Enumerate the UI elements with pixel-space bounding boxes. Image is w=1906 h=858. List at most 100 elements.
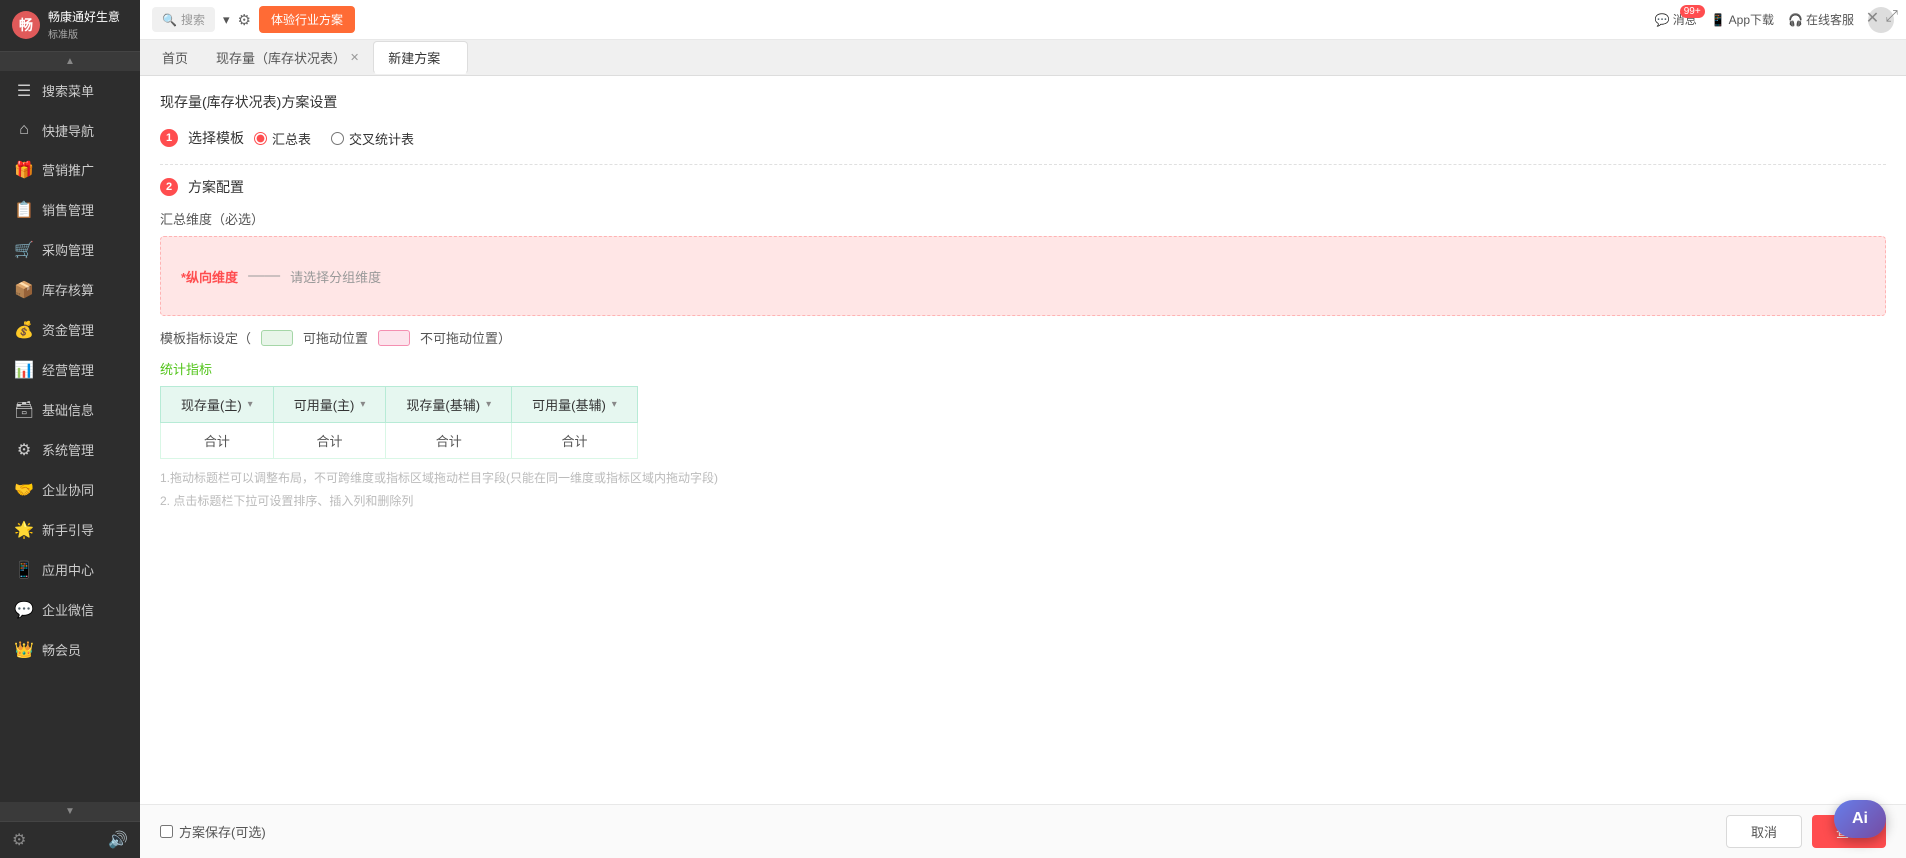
- col-label-2: 现存量(基辅): [406, 395, 480, 414]
- dropdown-chevron-icon: ▾: [223, 12, 230, 28]
- sidebar-label-sales: 销售管理: [42, 200, 94, 219]
- cancel-button[interactable]: 取消: [1726, 815, 1802, 848]
- sidebar-item-basic-info[interactable]: 🗃 基础信息: [0, 390, 140, 430]
- topbar-left: 🔍 搜索 ▾ ⚙ 体验行业方案: [152, 6, 355, 33]
- content-area: 现存量(库存状况表)方案设置 1 选择模板 汇总表 交叉统计表: [140, 76, 1906, 804]
- sidebar-label-basic-info: 基础信息: [42, 400, 94, 419]
- marketing-icon: 🎁: [14, 160, 34, 180]
- trial-button[interactable]: 体验行业方案: [259, 6, 355, 33]
- save-option: 方案保存(可选): [160, 822, 266, 841]
- sidebar-scroll-up[interactable]: ▲: [0, 52, 140, 71]
- col-chevron-0: ▾: [248, 399, 253, 410]
- dim-box[interactable]: *纵向维度 —— 请选择分组维度: [160, 236, 1886, 316]
- section-divider-1: [160, 164, 1886, 165]
- sidebar-item-operations[interactable]: 📊 经营管理: [0, 350, 140, 390]
- dim-required-mark: *纵向维度: [181, 267, 238, 286]
- dim-placeholder: *纵向维度 —— 请选择分组维度: [181, 267, 381, 286]
- indicator-fixed-text: 不可拖动位置）: [420, 328, 511, 347]
- template-radio-group: 汇总表 交叉统计表: [254, 129, 414, 148]
- sidebar-label-wechat: 企业微信: [42, 600, 94, 619]
- stats-label: 统计指标: [160, 359, 1886, 378]
- save-label: 方案保存(可选): [179, 822, 266, 841]
- tab-new-close-icon[interactable]: ✕: [444, 51, 453, 64]
- topbar-gear-icon[interactable]: ⚙: [238, 11, 251, 29]
- basic-info-icon: 🗃: [14, 400, 34, 420]
- topbar: 🔍 搜索 ▾ ⚙ 体验行业方案 💬 消息 99+ 📱 App下载 🎧 在线客服: [140, 0, 1906, 40]
- app-center-icon: 📱: [14, 560, 34, 580]
- sidebar-item-newbie[interactable]: 🌟 新手引导: [0, 510, 140, 550]
- sidebar-item-wechat[interactable]: 💬 企业微信: [0, 590, 140, 630]
- sidebar-label-finance: 资金管理: [42, 320, 94, 339]
- col-chevron-2: ▾: [486, 399, 491, 410]
- sidebar-item-enterprise[interactable]: 🤝 企业协同: [0, 470, 140, 510]
- sidebar-footer: ⚙ 🔊: [0, 821, 140, 858]
- finance-icon: 💰: [14, 320, 34, 340]
- sidebar-label-member: 畅会员: [42, 640, 81, 659]
- radio-crosstab[interactable]: 交叉统计表: [331, 129, 414, 148]
- sidebar-label-operations: 经营管理: [42, 360, 94, 379]
- tab-new-plan[interactable]: 新建方案 ✕: [373, 41, 468, 74]
- customer-service-label: 在线客服: [1806, 11, 1854, 28]
- sidebar-item-app-center[interactable]: 📱 应用中心: [0, 550, 140, 590]
- stats-table-row: 合计 合计 合计 合计: [161, 423, 638, 459]
- col-summary-0: 合计: [161, 423, 274, 459]
- col-header-3[interactable]: 可用量(基辅) ▾: [512, 387, 638, 423]
- ai-fab-button[interactable]: Ai: [1834, 800, 1886, 838]
- message-icon: 💬: [1655, 13, 1670, 27]
- sidebar-scroll-down[interactable]: ▼: [0, 802, 140, 821]
- sidebar-item-inventory[interactable]: 📦 库存核算: [0, 270, 140, 310]
- panel-expand-icon[interactable]: ⤢: [1885, 8, 1898, 28]
- sidebar-item-search-menu[interactable]: ☰ 搜索菜单: [0, 71, 140, 111]
- save-checkbox[interactable]: [160, 825, 173, 838]
- topbar-dropdown[interactable]: ▾: [223, 12, 230, 28]
- tab-inventory-status[interactable]: 现存量（库存状况表） ✕: [202, 42, 373, 73]
- dim-hint: 请选择分组维度: [290, 267, 381, 286]
- radio-summary[interactable]: 汇总表: [254, 129, 311, 148]
- tab-home-label: 首页: [162, 48, 188, 67]
- sidebar-item-member[interactable]: 👑 畅会员: [0, 630, 140, 670]
- radio-crosstab-input[interactable]: [331, 132, 344, 145]
- settings-icon[interactable]: ⚙: [12, 830, 26, 850]
- search-icon: 🔍: [162, 13, 177, 27]
- col-label-0: 现存量(主): [181, 395, 242, 414]
- sidebar-item-system[interactable]: ⚙ 系统管理: [0, 430, 140, 470]
- sidebar-label-newbie: 新手引导: [42, 520, 94, 539]
- topbar-search[interactable]: 🔍 搜索: [152, 7, 215, 32]
- tab-home[interactable]: 首页: [148, 42, 202, 73]
- col-header-2[interactable]: 现存量(基辅) ▾: [386, 387, 512, 423]
- dim-arrow: ——: [248, 267, 280, 285]
- radio-crosstab-label: 交叉统计表: [349, 129, 414, 148]
- sidebar-item-marketing[interactable]: 🎁 营销推广: [0, 150, 140, 190]
- message-button[interactable]: 💬 消息 99+: [1655, 11, 1697, 28]
- search-placeholder: 搜索: [181, 11, 205, 28]
- sales-icon: 📋: [14, 200, 34, 220]
- message-badge: 99+: [1680, 5, 1705, 18]
- col-header-1[interactable]: 可用量(主) ▾: [273, 387, 386, 423]
- radio-summary-input[interactable]: [254, 132, 267, 145]
- sound-icon[interactable]: 🔊: [108, 830, 128, 850]
- indicator-label-text: 模板指标设定（: [160, 328, 251, 347]
- app-download-button[interactable]: 📱 App下载: [1711, 11, 1774, 28]
- col-header-0[interactable]: 现存量(主) ▾: [161, 387, 274, 423]
- section2-number: 2: [160, 178, 178, 196]
- sidebar-item-finance[interactable]: 💰 资金管理: [0, 310, 140, 350]
- logo-sub: 标准版: [48, 26, 120, 41]
- quick-nav-icon: ⌂: [14, 121, 34, 139]
- wechat-icon: 💬: [14, 600, 34, 620]
- tab-bar: 首页 现存量（库存状况表） ✕ 新建方案 ✕ ✕ ⤢: [140, 40, 1906, 76]
- topbar-right: 💬 消息 99+ 📱 App下载 🎧 在线客服: [1655, 7, 1894, 33]
- sidebar-item-purchase[interactable]: 🛒 采购管理: [0, 230, 140, 270]
- section2-title: 方案配置: [188, 177, 244, 197]
- app-download-label: App下载: [1729, 11, 1774, 28]
- tab-new-label: 新建方案: [388, 48, 440, 67]
- tip-1: 1.拖动标题栏可以调整布局，不可跨维度或指标区域拖动栏目字段(只能在同一维度或指…: [160, 469, 1886, 488]
- logo-icon: 畅: [12, 11, 40, 39]
- customer-service-button[interactable]: 🎧 在线客服: [1788, 11, 1854, 28]
- inventory-icon: 📦: [14, 280, 34, 300]
- panel-close-icon[interactable]: ✕: [1866, 8, 1879, 28]
- tab-inventory-close-icon[interactable]: ✕: [350, 51, 359, 64]
- sidebar-label-enterprise: 企业协同: [42, 480, 94, 499]
- sidebar-item-quick-nav[interactable]: ⌂ 快捷导航: [0, 111, 140, 150]
- sidebar-item-sales[interactable]: 📋 销售管理: [0, 190, 140, 230]
- section-template: 1 选择模板 汇总表 交叉统计表: [160, 128, 1886, 148]
